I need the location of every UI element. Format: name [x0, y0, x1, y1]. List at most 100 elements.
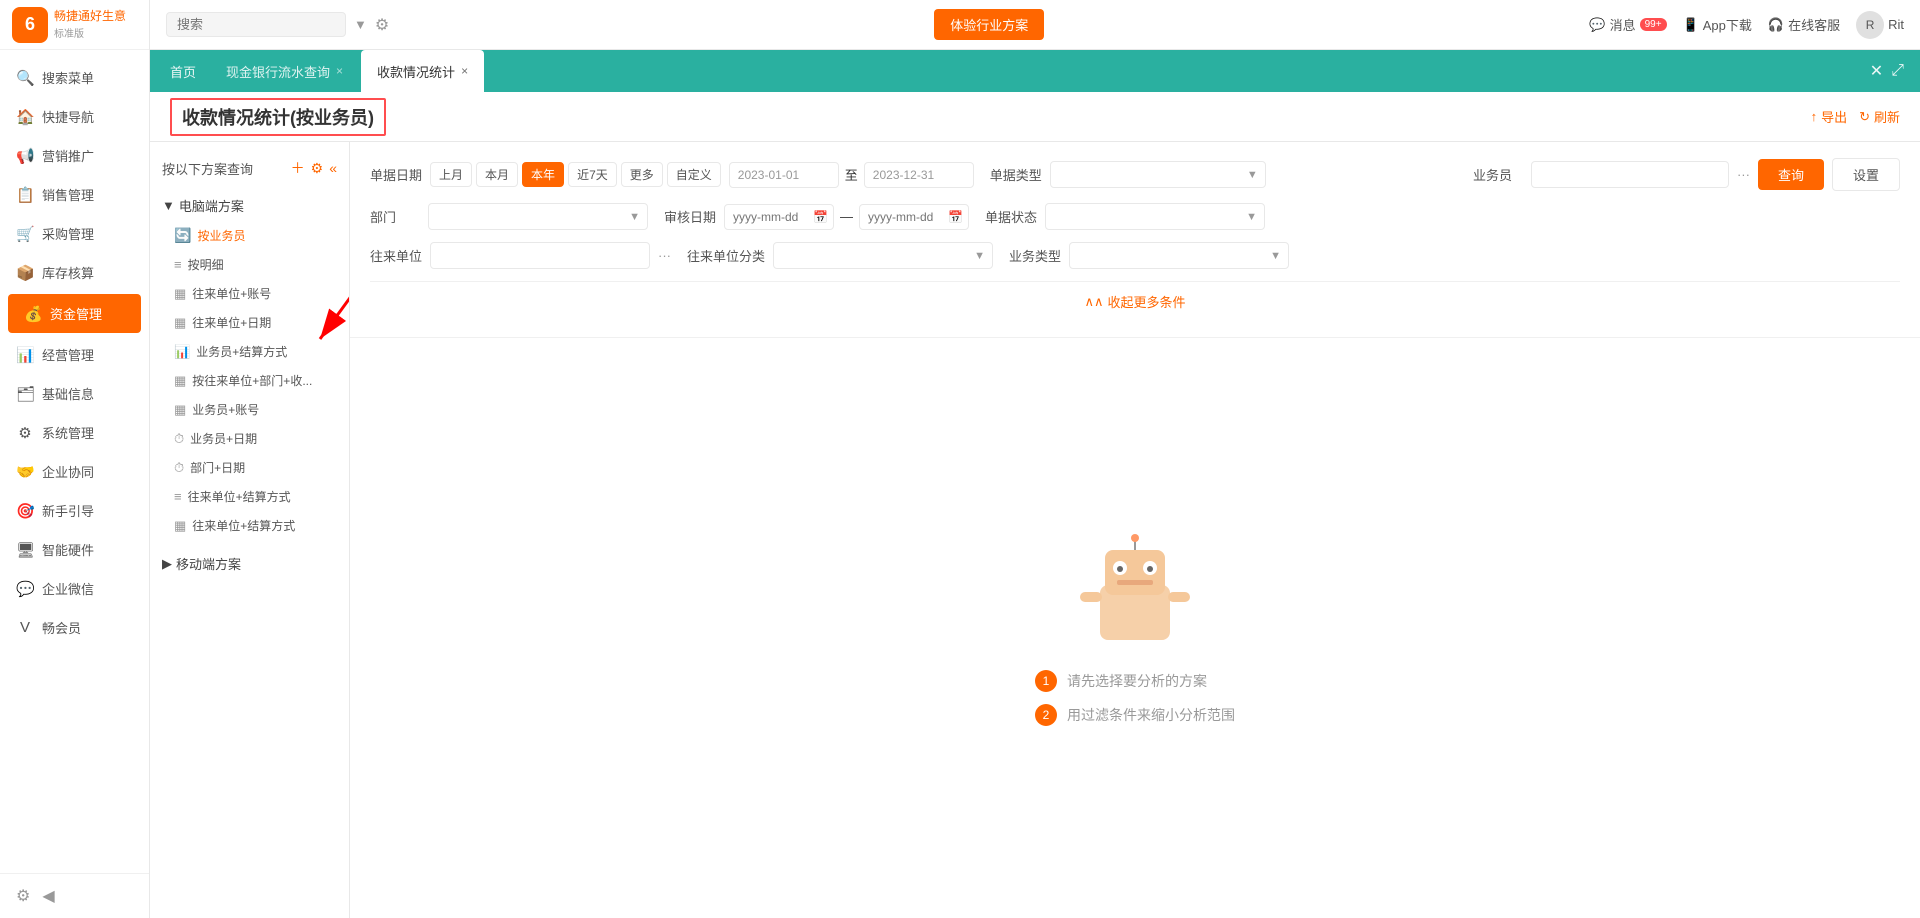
marketing-icon: 📢	[16, 147, 34, 165]
date-btn-this-month[interactable]: 本月	[476, 162, 518, 187]
filter-item-dept-date[interactable]: ⏱ 部门+日期	[150, 453, 349, 482]
counterpart-category-select[interactable]	[773, 242, 993, 269]
tab-receipt-stat[interactable]: 收款情况统计 ×	[361, 50, 484, 92]
sidebar-item-purchase[interactable]: 🛒 采购管理	[0, 214, 149, 253]
filter-item-salesperson-date[interactable]: ⏱ 业务员+日期	[150, 424, 349, 453]
sidebar-item-marketing[interactable]: 📢 营销推广	[0, 136, 149, 175]
form-row-1: 单据日期 上月 本月 本年 近7天 更多 自定义 至	[370, 158, 1900, 191]
filter-item-by-salesperson[interactable]: 🔄 按业务员	[150, 221, 349, 250]
date-field: 单据日期 上月 本月 本年 近7天 更多 自定义 至	[370, 162, 974, 188]
sidebar-item-system[interactable]: ⚙ 系统管理	[0, 413, 149, 452]
unit-date-icon: ▦	[174, 315, 186, 331]
sidebar-item-label: 企业协同	[42, 462, 94, 481]
add-scheme-btn[interactable]: ＋	[291, 158, 305, 178]
date-btn-more[interactable]: 更多	[621, 162, 663, 187]
tab-bank-flow-close[interactable]: ×	[336, 64, 343, 78]
sidebar-item-basic[interactable]: 🗂 基础信息	[0, 374, 149, 413]
filter-item-unit-account[interactable]: ▦ 往来单位+账号	[150, 279, 349, 308]
enterprise-icon: 🤝	[16, 463, 34, 481]
settings-icon[interactable]: ⚙	[375, 15, 389, 35]
tab-receipt-stat-close[interactable]: ×	[461, 64, 468, 78]
empty-step-1: 1 请先选择要分析的方案	[1035, 670, 1235, 692]
collapse-sidebar-icon[interactable]: ◀	[42, 886, 54, 906]
date-btn-this-year[interactable]: 本年	[522, 162, 564, 187]
filter-item-salesperson-account[interactable]: ▦ 业务员+账号	[150, 395, 349, 424]
date-from-input[interactable]	[729, 162, 839, 188]
sidebar-item-hardware[interactable]: 🖥 智能硬件	[0, 530, 149, 569]
collapse-label: 收起更多条件	[1108, 292, 1186, 311]
maximize-icon[interactable]: ⤢	[1891, 62, 1904, 80]
sidebar-nav: 🔍 搜索菜单 🏠 快捷导航 📢 营销推广 📋 销售管理 🛒 采购管理 📦 库存核…	[0, 50, 149, 873]
app-icon: 📱	[1683, 17, 1699, 33]
filter-item-label: 往来单位+结算方式	[192, 517, 295, 534]
topbar: ▼ ⚙ 体验行业方案 💬 消息 99+ 📱 App下载 🎧 在线客服 R Rit	[150, 0, 1920, 50]
query-form: 单据日期 上月 本月 本年 近7天 更多 自定义 至	[350, 142, 1920, 338]
filter-item-label: 业务员+结算方式	[196, 343, 287, 360]
sidebar-item-search[interactable]: 🔍 搜索菜单	[0, 58, 149, 97]
calendar-from-icon[interactable]: 📅	[813, 210, 828, 224]
refresh-label: 刷新	[1874, 107, 1900, 126]
sidebar-item-guide[interactable]: 🎯 新手引导	[0, 491, 149, 530]
sidebar-item-finance[interactable]: 💰 资金管理	[8, 294, 141, 333]
search-input[interactable]	[166, 12, 346, 37]
counterpart-more-icon[interactable]: ···	[658, 248, 671, 263]
messages-btn[interactable]: 💬 消息 99+	[1589, 15, 1666, 34]
sidebar-item-quick-nav[interactable]: 🏠 快捷导航	[0, 97, 149, 136]
message-label: 消息	[1610, 15, 1636, 34]
salesperson-more-icon[interactable]: ···	[1737, 167, 1750, 182]
filter-item-unit-settle1[interactable]: ≡ 往来单位+结算方式	[150, 482, 349, 511]
filter-item-unit-dept-collect[interactable]: ▦ 按往来单位+部门+收...	[150, 366, 349, 395]
dept-select[interactable]	[428, 203, 648, 230]
tab-home[interactable]: 首页	[158, 50, 208, 92]
form-actions: 查询 设置	[1758, 158, 1900, 191]
export-btn[interactable]: ↑ 导出	[1811, 107, 1848, 126]
business-type-select[interactable]	[1069, 242, 1289, 269]
sidebar-item-sales[interactable]: 📋 销售管理	[0, 175, 149, 214]
date-to-input[interactable]	[864, 162, 974, 188]
filter-group-desktop-header[interactable]: ▼ 电脑端方案	[150, 190, 349, 221]
close-window-icon[interactable]: ✕	[1870, 61, 1883, 81]
username-label: Rit	[1888, 17, 1904, 32]
voucher-type-select[interactable]	[1050, 161, 1266, 188]
dropdown-icon[interactable]: ▼	[354, 17, 367, 32]
date-btn-custom[interactable]: 自定义	[667, 162, 721, 187]
sidebar-item-operation[interactable]: 📊 经营管理	[0, 335, 149, 374]
collapse-icon: ▶	[162, 556, 172, 572]
manage-scheme-btn[interactable]: ⚙	[311, 160, 324, 177]
collapse-bar[interactable]: ∧∧ 收起更多条件	[370, 281, 1900, 321]
content-area: 按以下方案查询 ＋ ⚙ « ▼ 电脑端方案 🔄 按业务员 ≡	[150, 142, 1920, 918]
sidebar-item-member[interactable]: V 畅会员	[0, 608, 149, 647]
step-1-text: 请先选择要分析的方案	[1067, 671, 1207, 691]
tab-bank-flow[interactable]: 现金银行流水查询 ×	[210, 50, 359, 92]
group-label: 移动端方案	[176, 554, 241, 573]
query-btn[interactable]: 查询	[1758, 159, 1824, 190]
date-btn-last-month[interactable]: 上月	[430, 162, 472, 187]
sidebar-item-enterprise[interactable]: 🤝 企业协同	[0, 452, 149, 491]
collapse-panel-btn[interactable]: «	[329, 160, 337, 176]
sidebar-item-wechat[interactable]: 💬 企业微信	[0, 569, 149, 608]
filter-item-unit-date[interactable]: ▦ 往来单位+日期	[150, 308, 349, 337]
filter-group-mobile: ▶ 移动端方案	[150, 544, 349, 583]
date-btn-7days[interactable]: 近7天	[568, 162, 617, 187]
filter-item-by-detail[interactable]: ≡ 按明细	[150, 250, 349, 279]
filter-item-salesperson-settle[interactable]: 📊 业务员+结算方式	[150, 337, 349, 366]
sidebar-item-inventory[interactable]: 📦 库存核算	[0, 253, 149, 292]
purchase-icon: 🛒	[16, 225, 34, 243]
filter-item-unit-settle2[interactable]: ▦ 往来单位+结算方式	[150, 511, 349, 540]
refresh-btn[interactable]: ↻ 刷新	[1859, 107, 1900, 126]
unit-settle1-icon: ≡	[174, 489, 182, 504]
app-download-btn[interactable]: 📱 App下载	[1683, 15, 1752, 34]
review-date-separator: —	[840, 209, 853, 224]
settings-icon[interactable]: ⚙	[16, 886, 30, 906]
customer-service-btn[interactable]: 🎧 在线客服	[1768, 15, 1840, 34]
counterpart-input[interactable]	[430, 242, 650, 269]
voucher-type-select-wrapper: ▼	[1050, 161, 1266, 188]
filter-group-mobile-header[interactable]: ▶ 移动端方案	[150, 548, 349, 579]
calendar-to-icon[interactable]: 📅	[948, 210, 963, 224]
voucher-status-select[interactable]	[1045, 203, 1265, 230]
set-btn[interactable]: 设置	[1832, 158, 1900, 191]
user-avatar[interactable]: R Rit	[1856, 11, 1904, 39]
trial-btn[interactable]: 体验行业方案	[934, 9, 1044, 40]
wechat-icon: 💬	[16, 580, 34, 598]
salesperson-input[interactable]	[1531, 161, 1729, 188]
